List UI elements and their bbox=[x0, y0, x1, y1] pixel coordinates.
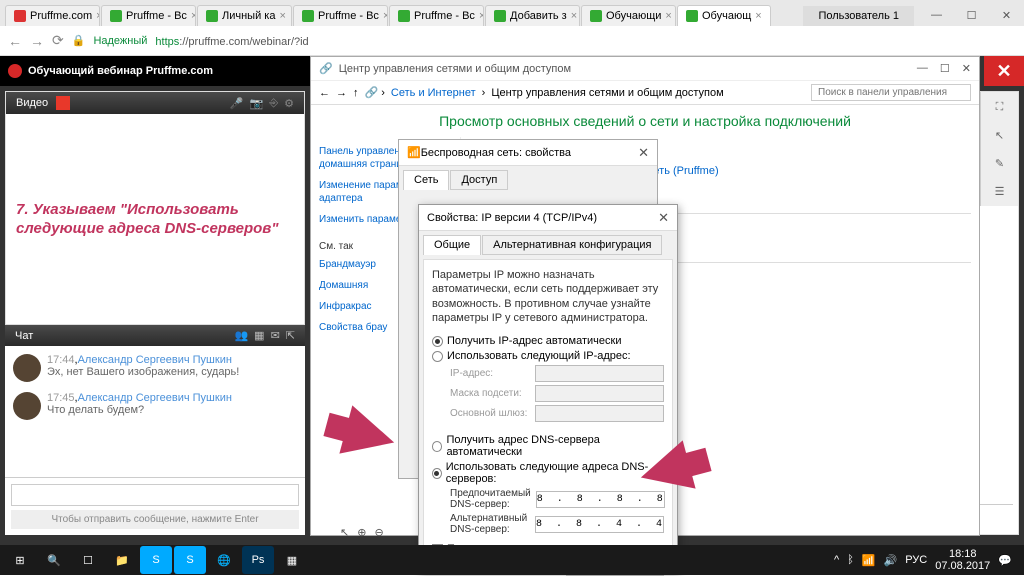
photoshop-icon[interactable]: Ps bbox=[242, 546, 274, 574]
tab[interactable]: Обучающи× bbox=[581, 5, 676, 26]
zoom-in-icon[interactable]: ⊕ bbox=[357, 526, 366, 539]
gateway-input bbox=[535, 405, 664, 422]
back-button[interactable]: ← bbox=[8, 33, 22, 49]
page-heading: Просмотр основных сведений о сети и наст… bbox=[311, 105, 979, 137]
excel-icon[interactable]: ▦ bbox=[254, 329, 264, 342]
pen-icon[interactable]: ✎ bbox=[990, 153, 1010, 173]
volume-icon[interactable]: 🔊 bbox=[884, 554, 898, 567]
description: Параметры IP можно назначать автоматичес… bbox=[432, 268, 664, 325]
chat-message: 17:44,Александр Сергеевич ПушкинЭх, нет … bbox=[13, 354, 297, 382]
settings-icon[interactable]: ⚙ bbox=[284, 97, 294, 110]
user-profile[interactable]: Пользователь 1 bbox=[803, 6, 914, 26]
radio-manual-dns[interactable] bbox=[432, 468, 442, 479]
up-button[interactable]: ↑ bbox=[353, 87, 359, 99]
tab[interactable]: Pruffme.com× bbox=[5, 5, 100, 26]
zoom-out-icon[interactable]: ⊖ bbox=[374, 526, 383, 539]
breadcrumb[interactable]: Центр управления сетями и общим доступом bbox=[491, 87, 723, 99]
radio-manual-ip[interactable] bbox=[432, 351, 443, 362]
breadcrumb[interactable]: Сеть и Интернет bbox=[391, 87, 476, 99]
tab-access[interactable]: Доступ bbox=[450, 170, 508, 190]
explorer-icon[interactable]: 📁 bbox=[106, 546, 138, 574]
webinar-title: Обучающий вебинар Pruffme.com bbox=[0, 56, 310, 86]
tab[interactable]: Pruffme - Вс× bbox=[293, 5, 388, 26]
notifications-icon[interactable]: 💬 bbox=[998, 554, 1012, 567]
mail-icon[interactable]: ✉ bbox=[271, 329, 280, 342]
radio-auto-ip[interactable] bbox=[432, 336, 443, 347]
cursor-icon[interactable]: ↖ bbox=[990, 125, 1010, 145]
address-bar: ← → ⟳ 🔒 Надежный https://pruffme.com/web… bbox=[0, 26, 1024, 56]
chat-messages: 17:44,Александр Сергеевич ПушкинЭх, нет … bbox=[5, 346, 305, 477]
skype-icon[interactable]: S bbox=[140, 546, 172, 574]
tab[interactable]: Личный ка× bbox=[197, 5, 292, 26]
browser-tabs: Pruffme.com× Pruffme - Вс× Личный ка× Pr… bbox=[0, 0, 1024, 26]
expand-icon[interactable]: ⛶ bbox=[990, 97, 1010, 117]
record-icon bbox=[56, 96, 70, 110]
lock-icon: 🔒 bbox=[72, 34, 86, 47]
tab-general[interactable]: Общие bbox=[423, 235, 481, 255]
app-icon[interactable]: ▦ bbox=[276, 546, 308, 574]
clock-time[interactable]: 18:18 bbox=[935, 548, 990, 560]
avatar bbox=[13, 392, 41, 420]
radio-auto-dns[interactable] bbox=[432, 441, 442, 452]
close-button[interactable]: ✕ bbox=[962, 62, 971, 75]
ip-address-input bbox=[535, 365, 664, 382]
secure-label: Надежный bbox=[93, 35, 147, 47]
mic-icon[interactable]: 🎤 bbox=[230, 97, 244, 110]
instruction-step-7: 7. Указываем "Использовать следующие адр… bbox=[16, 200, 294, 239]
start-button[interactable]: ⊞ bbox=[4, 546, 36, 574]
forward-button[interactable]: → bbox=[30, 33, 44, 49]
avatar bbox=[13, 354, 41, 382]
close-button[interactable]: ✕ bbox=[658, 210, 669, 226]
presentation-tools: ↖ ⊕ ⊖ bbox=[340, 526, 384, 539]
maximize-button[interactable]: ☐ bbox=[940, 62, 950, 75]
search-icon[interactable]: 🔍 bbox=[38, 546, 70, 574]
tab[interactable]: Pruffme - Вс× bbox=[389, 5, 484, 26]
chat-header: Чат 👥 ▦ ✉ ⇱ bbox=[5, 325, 305, 346]
tab-active[interactable]: Обучающ× bbox=[677, 5, 771, 26]
language-indicator[interactable]: РУС bbox=[905, 554, 927, 566]
cam-icon[interactable]: 📷 bbox=[250, 97, 264, 110]
tab[interactable]: Pruffme - Вс× bbox=[101, 5, 196, 26]
taskview-icon[interactable]: ☐ bbox=[72, 546, 104, 574]
wifi-icon: 📶 bbox=[407, 146, 421, 159]
forward-button[interactable]: → bbox=[336, 87, 347, 99]
chat-input[interactable] bbox=[11, 484, 299, 506]
export-icon[interactable]: ⇱ bbox=[286, 329, 295, 342]
users-icon[interactable]: 👥 bbox=[234, 329, 248, 342]
window-icon: 🔗 bbox=[319, 62, 333, 75]
close-button[interactable]: ✕ bbox=[989, 4, 1024, 26]
chat-hint: Чтобы отправить сообщение, нажмите Enter bbox=[11, 510, 299, 529]
wifi-icon[interactable]: 📶 bbox=[862, 554, 876, 567]
tab-alternate[interactable]: Альтернативная конфигурация bbox=[482, 235, 662, 255]
tray-up-icon[interactable]: ^ bbox=[834, 554, 839, 566]
video-header: Видео 🎤 📷 ⎆ ⚙ bbox=[6, 92, 304, 114]
subnet-mask-input bbox=[535, 385, 664, 402]
close-button[interactable]: ✕ bbox=[638, 145, 649, 161]
clock-date: 07.08.2017 bbox=[935, 560, 990, 572]
close-webinar-button[interactable]: ✕ bbox=[984, 56, 1024, 86]
tab[interactable]: Добавить з× bbox=[485, 5, 580, 26]
alternate-dns-input[interactable] bbox=[535, 516, 664, 533]
taskbar: ⊞ 🔍 ☐ 📁 S S 🌐 Ps ▦ ^ ᛒ 📶 🔊 РУС 18:1807.0… bbox=[0, 545, 1024, 575]
chat-message: 17:45,Александр Сергеевич ПушкинЧто дела… bbox=[13, 392, 297, 420]
share-icon[interactable]: ⎆ bbox=[269, 97, 278, 110]
cursor-tool-icon[interactable]: ↖ bbox=[340, 526, 349, 539]
search-input[interactable] bbox=[811, 84, 971, 101]
list-icon[interactable]: ☰ bbox=[990, 181, 1010, 201]
minimize-button[interactable]: — bbox=[917, 62, 928, 75]
reload-button[interactable]: ⟳ bbox=[52, 32, 64, 49]
tab-network[interactable]: Сеть bbox=[403, 170, 449, 190]
maximize-button[interactable]: ☐ bbox=[954, 4, 989, 26]
url-field[interactable]: https://pruffme.com/webinar/?id bbox=[155, 34, 308, 48]
ipv4-properties-dialog: Свойства: IP версии 4 (TCP/IPv4)✕ Общие … bbox=[418, 204, 678, 574]
skype-icon[interactable]: S bbox=[174, 546, 206, 574]
bluetooth-icon[interactable]: ᛒ bbox=[847, 554, 854, 566]
minimize-button[interactable]: — bbox=[919, 4, 954, 26]
chrome-icon[interactable]: 🌐 bbox=[208, 546, 240, 574]
back-button[interactable]: ← bbox=[319, 87, 330, 99]
